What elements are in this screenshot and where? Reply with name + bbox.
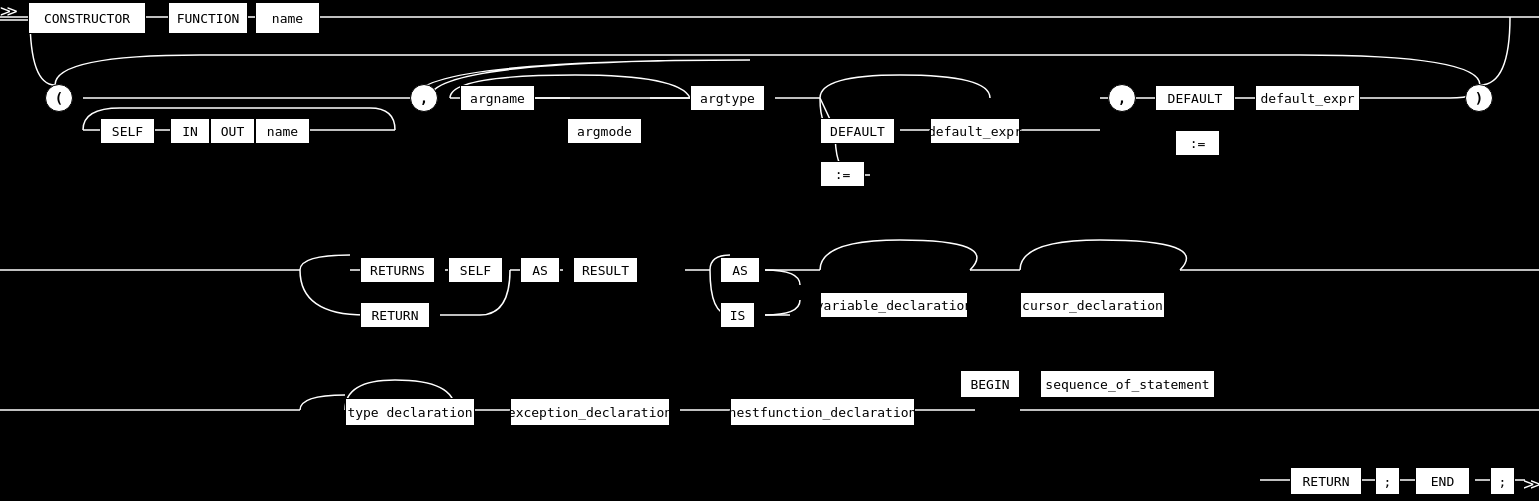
returns-box: RETURNS xyxy=(360,257,435,283)
entry-arrow: >> xyxy=(0,0,14,21)
exception-declaration-box: exception_declaration xyxy=(510,398,670,426)
diagram: >> CONSTRUCTOR FUNCTION name ( SELF IN O… xyxy=(0,0,1539,501)
assign2-box: := xyxy=(820,161,865,187)
argtype-box: argtype xyxy=(690,85,765,111)
comma2-box: , xyxy=(1108,84,1136,112)
out-box: OUT xyxy=(210,118,255,144)
semicolon1-box: ; xyxy=(1375,467,1400,495)
argname-box: argname xyxy=(460,85,535,111)
begin-box: BEGIN xyxy=(960,370,1020,398)
return-bottom-box: RETURN xyxy=(1290,467,1362,495)
nestfunction-declaration-box: nestfunction_declaration xyxy=(730,398,915,426)
default-kw-box: DEFAULT xyxy=(1155,85,1235,111)
name-box: name xyxy=(255,2,320,34)
comma1-box: , xyxy=(410,84,438,112)
constructor-box: CONSTRUCTOR xyxy=(28,2,146,34)
semicolon2-box: ; xyxy=(1490,467,1515,495)
cursor-declaration-box: cursor_declaration xyxy=(1020,292,1165,318)
type-declaration-box: type declaration xyxy=(345,398,475,426)
self1-box: SELF xyxy=(100,118,155,144)
as1-box: AS xyxy=(520,257,560,283)
name2-box: name xyxy=(255,118,310,144)
exit-arrow: >> xyxy=(1523,473,1537,494)
function-box: FUNCTION xyxy=(168,2,248,34)
result-box: RESULT xyxy=(573,257,638,283)
assign1-box: := xyxy=(1175,130,1220,156)
default-expr2-box: default_expr xyxy=(930,118,1020,144)
default2-box: DEFAULT xyxy=(820,118,895,144)
variable-declaration-box: variable_declaration xyxy=(820,292,968,318)
in-box: IN xyxy=(170,118,210,144)
default-expr-top-box: default_expr xyxy=(1255,85,1360,111)
is-box: IS xyxy=(720,302,755,328)
end-box: END xyxy=(1415,467,1470,495)
close-paren-box: ) xyxy=(1465,84,1493,112)
self2-box: SELF xyxy=(448,257,503,283)
as2-box: AS xyxy=(720,257,760,283)
argmode-box: argmode xyxy=(567,118,642,144)
sequence-of-statement-box: sequence_of_statement xyxy=(1040,370,1215,398)
open-paren-box: ( xyxy=(45,84,73,112)
return-kw-box: RETURN xyxy=(360,302,430,328)
